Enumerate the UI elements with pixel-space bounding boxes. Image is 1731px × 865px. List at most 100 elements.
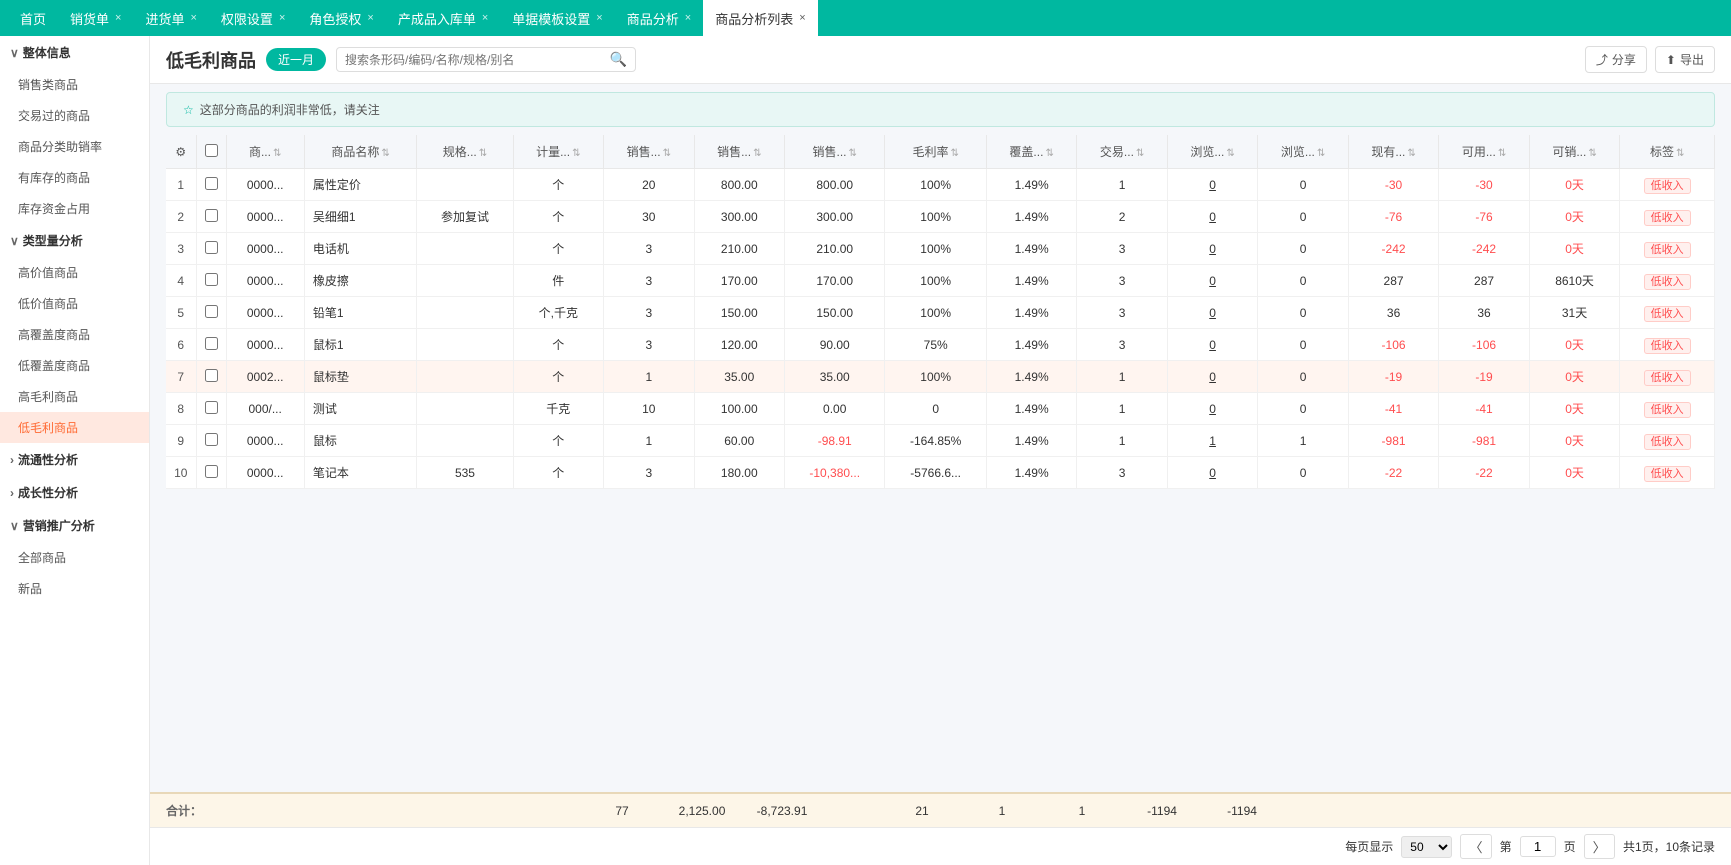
- sidebar-item-high-value[interactable]: 高价值商品: [0, 257, 149, 288]
- row-browse1[interactable]: 1: [1167, 425, 1257, 457]
- row-browse1[interactable]: 0: [1167, 201, 1257, 233]
- row-spec: [417, 233, 513, 265]
- search-icon[interactable]: 🔍: [610, 51, 627, 68]
- row-browse1[interactable]: 0: [1167, 361, 1257, 393]
- nav-analysis[interactable]: 商品分析 ×: [615, 0, 703, 36]
- share-icon: ⤴: [1596, 51, 1608, 68]
- row-browse1[interactable]: 0: [1167, 329, 1257, 361]
- row-checkbox[interactable]: [205, 241, 218, 254]
- row-checkbox[interactable]: [205, 209, 218, 222]
- col-browse2[interactable]: 浏览...⇅: [1258, 135, 1348, 169]
- row-checkbox[interactable]: [205, 273, 218, 286]
- nav-analysis-close[interactable]: ×: [685, 12, 691, 24]
- footer-sale1: 77: [582, 804, 662, 818]
- next-page-btn[interactable]: 〉: [1584, 834, 1615, 859]
- sidebar-item-high-coverage[interactable]: 高覆盖度商品: [0, 319, 149, 350]
- row-browse1[interactable]: 0: [1167, 393, 1257, 425]
- col-stock3[interactable]: 可销...⇅: [1529, 135, 1619, 169]
- col-trade[interactable]: 交易...⇅: [1077, 135, 1167, 169]
- sidebar-group-overall[interactable]: ∨整体信息: [0, 36, 149, 69]
- share-button[interactable]: ⤴ 分享: [1585, 46, 1647, 73]
- row-checkbox[interactable]: [205, 177, 218, 190]
- period-button[interactable]: 近一月: [266, 48, 326, 71]
- page-number-input[interactable]: [1520, 836, 1556, 857]
- sidebar-group-growth[interactable]: ›成长性分析: [0, 476, 149, 509]
- row-name[interactable]: 鼠标: [304, 425, 417, 457]
- col-stock2[interactable]: 可用...⇅: [1439, 135, 1529, 169]
- nav-permission[interactable]: 权限设置 ×: [209, 0, 297, 36]
- col-spec[interactable]: 规格...⇅: [417, 135, 513, 169]
- col-browse1[interactable]: 浏览...⇅: [1167, 135, 1257, 169]
- col-unit[interactable]: 计量...⇅: [513, 135, 603, 169]
- sidebar-item-in-stock[interactable]: 有库存的商品: [0, 162, 149, 193]
- row-sale1: 3: [604, 457, 694, 489]
- sidebar-group-marketing[interactable]: ∨营销推广分析: [0, 509, 149, 542]
- nav-product-entry-close[interactable]: ×: [482, 12, 488, 24]
- sidebar-group-type[interactable]: ∨类型量分析: [0, 224, 149, 257]
- row-checkbox[interactable]: [205, 401, 218, 414]
- sidebar-item-capital[interactable]: 库存资金占用: [0, 193, 149, 224]
- sidebar-item-category-rate[interactable]: 商品分类助销率: [0, 131, 149, 162]
- nav-sales[interactable]: 销货单 ×: [58, 0, 133, 36]
- nav-role[interactable]: 角色授权 ×: [297, 0, 385, 36]
- row-browse1[interactable]: 0: [1167, 169, 1257, 201]
- sidebar-item-traded[interactable]: 交易过的商品: [0, 100, 149, 131]
- row-unit: 个: [513, 361, 603, 393]
- sidebar-group-flow[interactable]: ›流通性分析: [0, 443, 149, 476]
- col-tag[interactable]: 标签⇅: [1620, 135, 1715, 169]
- col-settings[interactable]: ⚙: [166, 135, 196, 169]
- col-sale2[interactable]: 销售...⇅: [694, 135, 784, 169]
- row-name[interactable]: 测试: [304, 393, 417, 425]
- export-button[interactable]: ⬆ 导出: [1655, 46, 1715, 73]
- sidebar-item-low-margin[interactable]: 低毛利商品: [0, 412, 149, 443]
- row-browse2: 0: [1258, 297, 1348, 329]
- row-checkbox[interactable]: [205, 433, 218, 446]
- sidebar-item-all-goods[interactable]: 全部商品: [0, 542, 149, 573]
- col-stock1[interactable]: 现有...⇅: [1348, 135, 1438, 169]
- row-name[interactable]: 铅笔1: [304, 297, 417, 329]
- nav-permission-close[interactable]: ×: [279, 12, 285, 24]
- nav-analysis-list-close[interactable]: ×: [799, 12, 805, 24]
- row-checkbox[interactable]: [205, 369, 218, 382]
- col-sale3[interactable]: 销售...⇅: [785, 135, 885, 169]
- nav-home[interactable]: 首页: [8, 0, 58, 36]
- row-browse1[interactable]: 0: [1167, 233, 1257, 265]
- row-no: 5: [166, 297, 196, 329]
- nav-sales-close[interactable]: ×: [115, 12, 121, 24]
- prev-page-btn[interactable]: 〈: [1460, 834, 1491, 859]
- row-checkbox[interactable]: [205, 465, 218, 478]
- row-browse1[interactable]: 0: [1167, 457, 1257, 489]
- row-name[interactable]: 鼠标1: [304, 329, 417, 361]
- row-name[interactable]: 电话机: [304, 233, 417, 265]
- nav-purchase-close[interactable]: ×: [190, 12, 196, 24]
- search-input[interactable]: [345, 53, 610, 67]
- row-browse1[interactable]: 0: [1167, 297, 1257, 329]
- per-page-select[interactable]: 50 100 200: [1401, 836, 1452, 858]
- row-name[interactable]: 吴细细1: [304, 201, 417, 233]
- select-all-checkbox[interactable]: [205, 144, 218, 157]
- col-code[interactable]: 商...⇅: [226, 135, 304, 169]
- row-name[interactable]: 橡皮擦: [304, 265, 417, 297]
- sidebar-item-low-value[interactable]: 低价值商品: [0, 288, 149, 319]
- col-margin[interactable]: 毛利率⇅: [885, 135, 986, 169]
- sidebar-item-low-coverage[interactable]: 低覆盖度商品: [0, 350, 149, 381]
- row-checkbox[interactable]: [205, 337, 218, 350]
- col-name[interactable]: 商品名称⇅: [304, 135, 417, 169]
- sidebar-item-new-goods[interactable]: 新品: [0, 573, 149, 604]
- nav-analysis-list[interactable]: 商品分析列表 ×: [703, 0, 817, 36]
- row-name[interactable]: 笔记本: [304, 457, 417, 489]
- row-name[interactable]: 属性定价: [304, 169, 417, 201]
- sidebar-item-sales-goods[interactable]: 销售类商品: [0, 69, 149, 100]
- nav-product-entry[interactable]: 产成品入库单 ×: [386, 0, 500, 36]
- nav-template[interactable]: 单据模板设置 ×: [500, 0, 614, 36]
- nav-template-close[interactable]: ×: [596, 12, 602, 24]
- col-sale1[interactable]: 销售...⇅: [604, 135, 694, 169]
- sidebar-item-high-margin[interactable]: 高毛利商品: [0, 381, 149, 412]
- row-browse1[interactable]: 0: [1167, 265, 1257, 297]
- row-sale1: 10: [604, 393, 694, 425]
- col-coverage[interactable]: 覆盖...⇅: [986, 135, 1076, 169]
- row-name[interactable]: 鼠标垫: [304, 361, 417, 393]
- nav-purchase[interactable]: 进货单 ×: [133, 0, 208, 36]
- nav-role-close[interactable]: ×: [367, 12, 373, 24]
- row-checkbox[interactable]: [205, 305, 218, 318]
